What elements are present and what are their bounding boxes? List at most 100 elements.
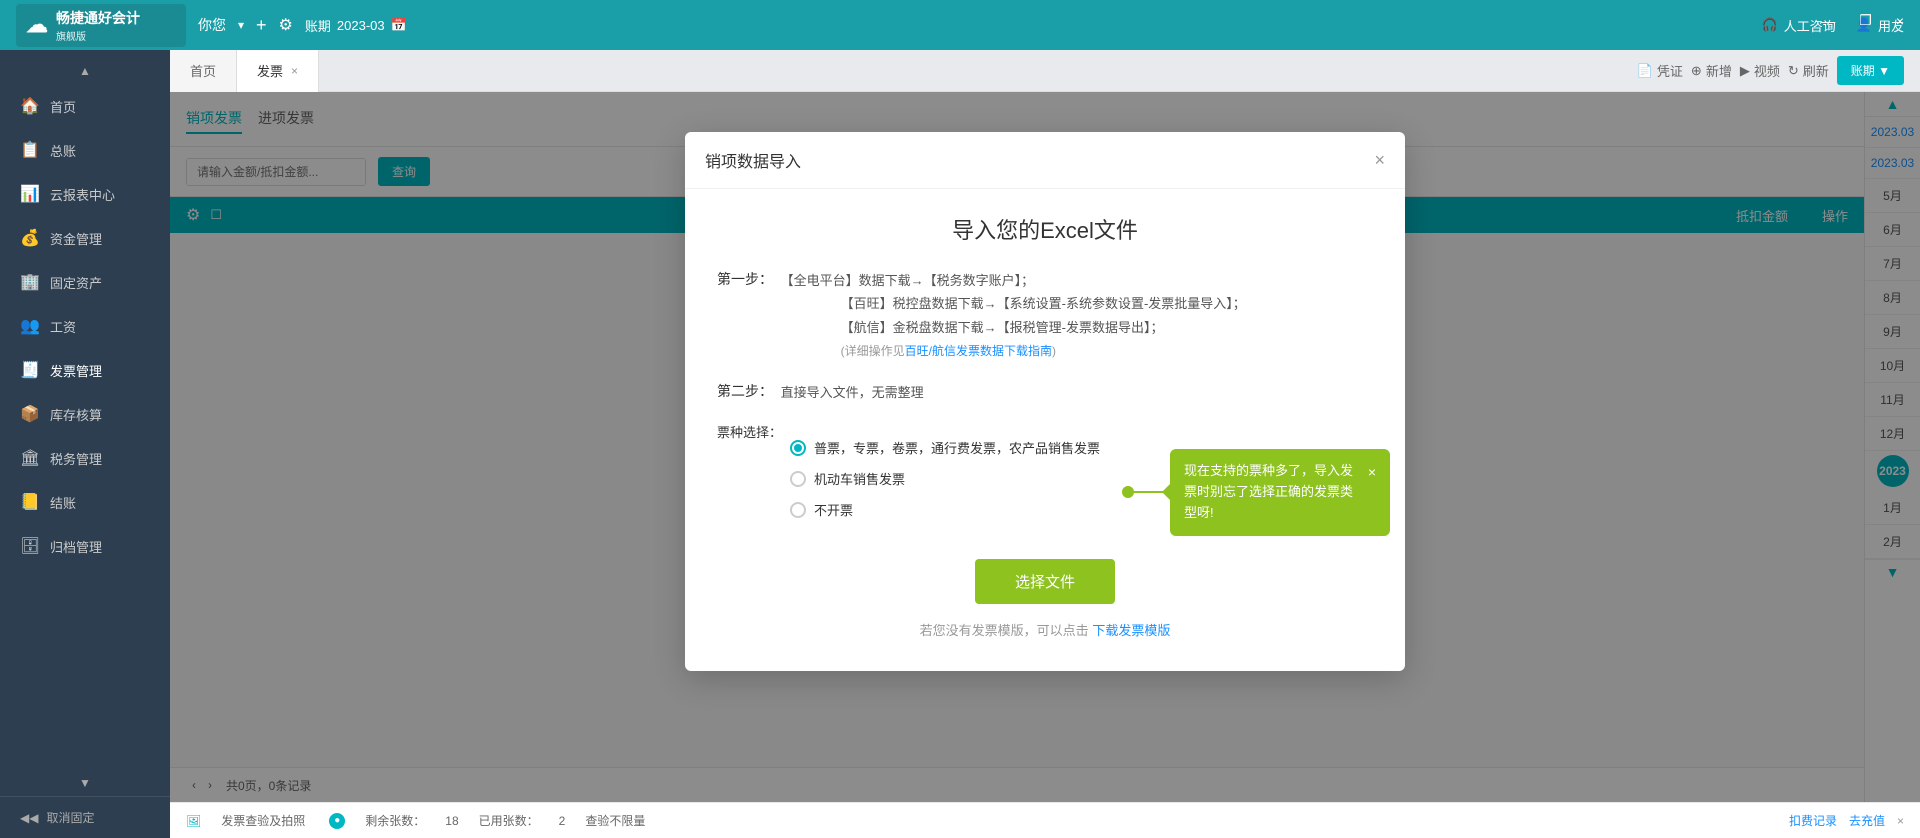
sidebar-label-archive: 归档管理	[50, 537, 102, 556]
ledger-icon: 📋	[20, 140, 40, 160]
sidebar: ▲ 🏠 首页 📋 总账 📊 云报表中心 💰 资金管理 🏢 固定资产	[0, 50, 170, 838]
modal-main-title: 导入您的Excel文件	[717, 213, 1373, 245]
sidebar-label-inventory: 库存核算	[50, 405, 102, 424]
unlimited-label: 查验不限量	[585, 812, 645, 829]
pin-icon: ◀◀	[20, 811, 38, 825]
step1-line3: 【航信】金税盘数据下载→【报税管理-发票数据导出】；	[781, 316, 1164, 339]
sidebar-label-home: 首页	[50, 97, 76, 116]
step1-content: 【全电平台】数据下载→【税务数字账户】； 【百旺】税控盘数据下载→【系统设置-系…	[781, 269, 1246, 363]
recharge-link[interactable]: 去充值	[1849, 812, 1885, 829]
sidebar-item-inventory[interactable]: 📦 库存核算	[0, 392, 170, 436]
footer-note-prefix: 若您没有发票模版，可以点击	[920, 623, 1089, 638]
certificate-button[interactable]: 📄 凭证	[1637, 61, 1683, 80]
sidebar-label-reports: 云报表中心	[50, 185, 115, 204]
tax-icon: 🏛	[20, 448, 40, 468]
modal-close-button[interactable]: ×	[1374, 150, 1385, 171]
radio-label-2: 机动车销售发票	[814, 469, 905, 488]
modal-header: 销项数据导入 ×	[685, 132, 1405, 189]
radio-label-1: 普票，专票，卷票，通行费发票，农产品销售发票	[814, 438, 1100, 457]
invoice-type-section: 票种选择： 普票，专票，卷票，通行费发票，农产品销售发票	[717, 422, 1373, 535]
step2-content: 直接导入文件，无需整理	[781, 381, 924, 404]
video-label: 视频	[1754, 61, 1780, 80]
logo-name: 畅捷通好会计	[56, 8, 140, 28]
top-header: ☁ 畅捷通好会计 旗舰版 你您 ▾ + ⚙ 账期 2023-03 📅 🎧 人工咨…	[0, 0, 1920, 50]
step1-line1: 【全电平台】数据下载→【税务数字账户】；	[781, 273, 1035, 288]
recharge-record-link[interactable]: 扣费记录	[1789, 812, 1837, 829]
add-button[interactable]: +	[256, 15, 267, 36]
sidebar-item-archive[interactable]: 🗄 归档管理	[0, 524, 170, 568]
remaining-label: 剩余张数：	[365, 812, 425, 829]
sidebar-item-home[interactable]: 🏠 首页	[0, 84, 170, 128]
calendar-icon[interactable]: 📅	[391, 17, 407, 33]
video-button[interactable]: ▶ 视频	[1740, 61, 1780, 80]
tab-home-label: 首页	[190, 61, 216, 80]
unpin-button[interactable]: ◀◀ 取消固定	[0, 796, 170, 838]
sidebar-item-close[interactable]: 📒 结账	[0, 480, 170, 524]
refresh-button[interactable]: ↻ 刷新	[1788, 61, 1829, 80]
modal-title: 销项数据导入	[705, 148, 801, 172]
step1-block: 第一步： 【全电平台】数据下载→【税务数字账户】； 【百旺】税控盘数据下载→【系…	[717, 269, 1373, 363]
import-modal: 销项数据导入 × 导入您的Excel文件 第一步： 【全电平台】数据下载→【税务…	[685, 132, 1405, 671]
close-accounts-icon: 📒	[20, 492, 40, 512]
tooltip-arrow	[1162, 484, 1170, 500]
salary-icon: 👥	[20, 316, 40, 336]
tooltip-close-button[interactable]: ×	[1368, 461, 1376, 483]
scroll-up-arrow[interactable]: ▲	[77, 62, 93, 80]
header-right: 🎧 人工咨询 👤 用友 — ❐ ×	[1762, 16, 1904, 35]
sidebar-item-ledger[interactable]: 📋 总账	[0, 128, 170, 172]
refresh-icon: ↻	[1788, 63, 1799, 79]
company-dropdown[interactable]: ▾	[238, 18, 244, 32]
sidebar-item-reports[interactable]: 📊 云报表中心	[0, 172, 170, 216]
tab-bar: 首页 发票 × 📄 凭证 ⊕ 新增 ▶ 视频	[170, 50, 1920, 92]
sidebar-item-assets[interactable]: 🏢 固定资产	[0, 260, 170, 304]
tab-home[interactable]: 首页	[170, 50, 237, 92]
step2-label: 第二步：	[717, 381, 777, 401]
invoice-icon: 🧾	[20, 360, 40, 380]
tab-invoice-label: 发票	[257, 61, 283, 80]
radio-label-3: 不开票	[814, 500, 853, 519]
sidebar-label-tax: 税务管理	[50, 449, 102, 468]
used-value: 2	[559, 814, 566, 828]
step1-guide-link[interactable]: 百旺/航信发票数据下载指南	[905, 344, 1052, 358]
radio-circle-2	[790, 471, 806, 487]
window-close-button[interactable]: ×	[1888, 9, 1912, 33]
sidebar-label-ledger: 总账	[50, 141, 76, 160]
archive-icon: 🗄	[20, 536, 40, 556]
radio-item-1[interactable]: 普票，专票，卷票，通行费发票，农产品销售发票	[790, 438, 1100, 457]
tab-invoice-close[interactable]: ×	[291, 64, 298, 78]
step1-link-prefix: (详细操作见	[841, 344, 905, 358]
status-bar: 🖼 发票查验及拍照 ● 剩余张数： 18 已用张数： 2 查验不限量 扣费记录 …	[170, 802, 1920, 838]
status-bar-close[interactable]: ×	[1897, 814, 1904, 828]
home-icon: 🏠	[20, 96, 40, 116]
add-record-label: 新增	[1706, 61, 1732, 80]
radio-circle-3	[790, 502, 806, 518]
period-switch-button[interactable]: 账期 ▼	[1837, 56, 1904, 85]
radio-group: 普票，专票，卷票，通行费发票，农产品销售发票 机动车销售发票	[790, 438, 1100, 519]
download-template-link[interactable]: 下载发票模版	[1092, 623, 1170, 638]
scroll-down-arrow[interactable]: ▼	[77, 774, 93, 792]
settings-icon[interactable]: ⚙	[279, 15, 293, 35]
refresh-label: 刷新	[1803, 61, 1829, 80]
radio-dot-1	[794, 444, 802, 452]
header-company: 你您	[198, 15, 226, 35]
video-icon: ▶	[1740, 63, 1750, 79]
sidebar-label-finance: 资金管理	[50, 229, 102, 248]
radio-circle-1	[790, 440, 806, 456]
minimize-button[interactable]: —	[1813, 9, 1843, 33]
remaining-value: 18	[445, 814, 458, 828]
period-value: 2023-03	[337, 18, 385, 33]
sidebar-item-tax[interactable]: 🏛 税务管理	[0, 436, 170, 480]
sidebar-item-invoice[interactable]: 🧾 发票管理	[0, 348, 170, 392]
maximize-button[interactable]: ❐	[1851, 8, 1880, 33]
tooltip-text: 现在支持的票种多了，导入发票时别忘了选择正确的发票类型呀!	[1184, 463, 1353, 520]
certificate-icon: 📄	[1637, 63, 1653, 79]
radio-item-2[interactable]: 机动车销售发票 ×	[790, 469, 1100, 488]
add-record-button[interactable]: ⊕ 新增	[1691, 61, 1732, 80]
select-file-button[interactable]: 选择文件	[975, 559, 1115, 604]
finance-icon: 💰	[20, 228, 40, 248]
sidebar-item-finance[interactable]: 💰 资金管理	[0, 216, 170, 260]
tab-invoice[interactable]: 发票 ×	[237, 50, 319, 92]
sidebar-item-salary[interactable]: 👥 工资	[0, 304, 170, 348]
radio-item-3[interactable]: 不开票	[790, 500, 1100, 519]
assets-icon: 🏢	[20, 272, 40, 292]
